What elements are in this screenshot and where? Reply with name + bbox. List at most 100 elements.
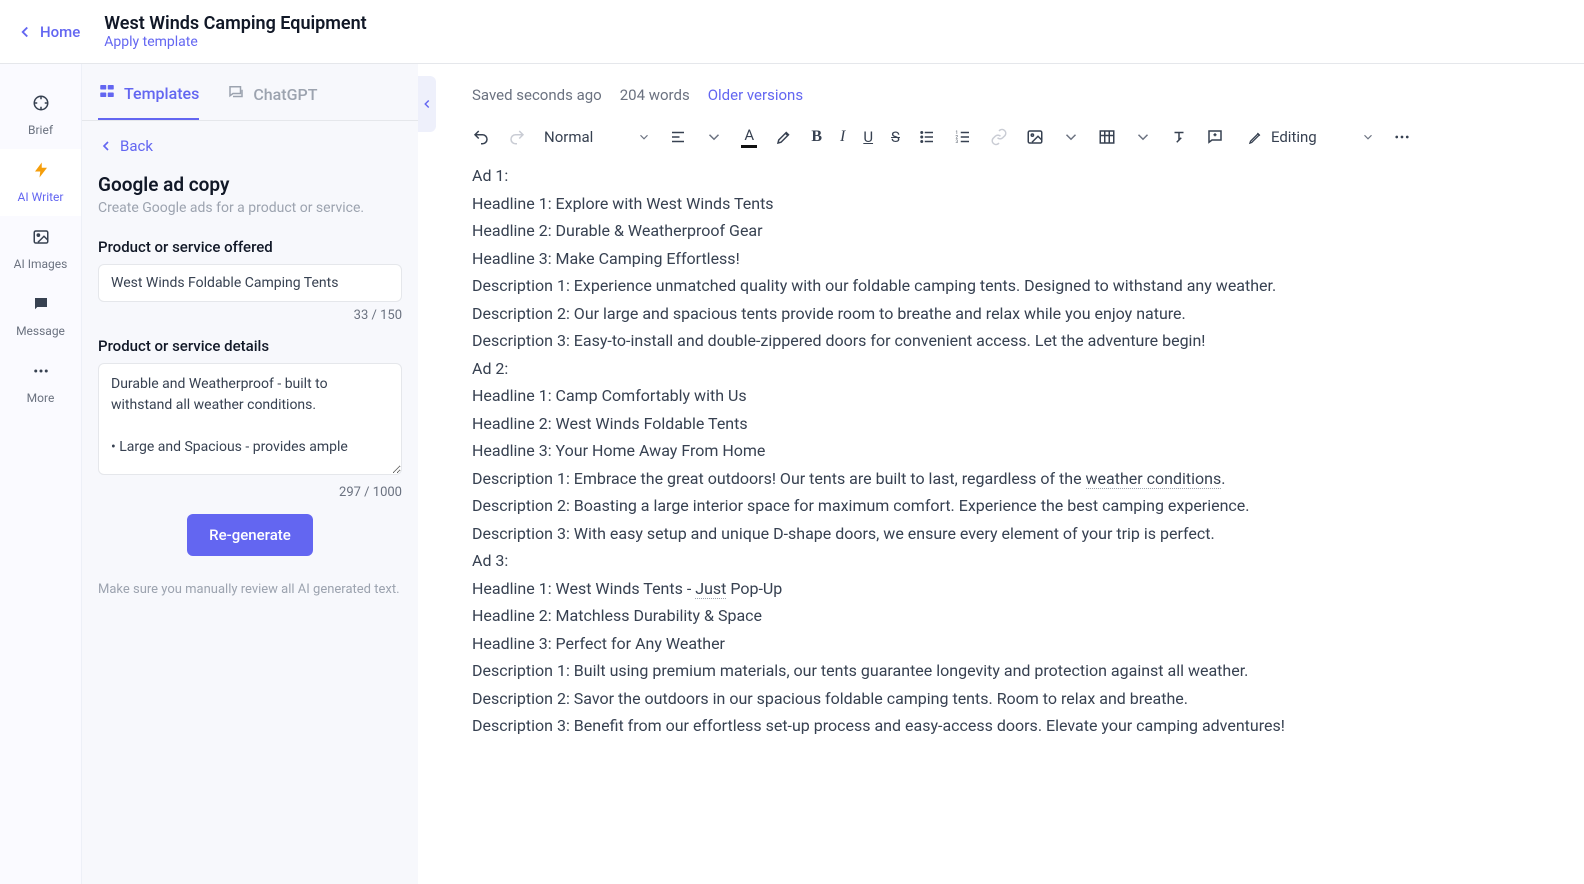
doc-line[interactable]: Ad 1: [472,162,1548,190]
doc-line[interactable]: Headline 2: Matchless Durability & Space [472,602,1548,630]
editing-mode-select[interactable]: Editing [1248,128,1375,146]
status-row: Saved seconds ago 204 words Older versio… [472,86,1548,104]
saved-status: Saved seconds ago [472,86,602,104]
top-bar: Home West Winds Camping Equipment Apply … [0,0,1584,64]
field1-counter: 33 / 150 [98,308,402,323]
doc-line[interactable]: Description 3: Benefit from our effortle… [472,712,1548,740]
templates-icon [98,82,116,104]
rail-ai-images[interactable]: AI Images [0,216,81,283]
italic-button[interactable]: I [840,128,845,146]
bolt-icon [32,161,50,184]
apply-template-link[interactable]: Apply template [104,34,366,50]
doc-line[interactable]: Description 1: Embrace the great outdoor… [472,465,1548,493]
paragraph-style-select[interactable]: Normal [544,128,651,146]
doc-line[interactable]: Headline 3: Perfect for Any Weather [472,630,1548,658]
doc-line[interactable]: Headline 3: Your Home Away From Home [472,437,1548,465]
panel-footnote: Make sure you manually review all AI gen… [98,580,402,600]
chevron-down-icon [1361,130,1375,144]
pen-icon [1248,130,1263,145]
document-content[interactable]: Ad 1:Headline 1: Explore with West Winds… [472,162,1548,740]
dots-icon [32,362,50,385]
field2-counter: 297 / 1000 [98,485,402,500]
doc-line[interactable]: Headline 2: West Winds Foldable Tents [472,410,1548,438]
doc-line[interactable]: Headline 2: Durable & Weatherproof Gear [472,217,1548,245]
editor-area: Saved seconds ago 204 words Older versio… [436,64,1584,884]
field2-label: Product or service details [98,337,402,355]
message-icon [32,295,50,318]
left-panel: Templates ChatGPT Back Google ad copy Cr… [82,64,418,884]
rail-ai-writer-label: AI Writer [18,190,64,204]
image-button[interactable] [1026,128,1044,146]
doc-line[interactable]: Ad 2: [472,355,1548,383]
doc-line[interactable]: Description 1: Experience unmatched qual… [472,272,1548,300]
toolbar: Normal A B I U S 123 Editing [472,126,1548,162]
older-versions-link[interactable]: Older versions [708,86,803,104]
numbered-list-button[interactable]: 123 [954,128,972,146]
doc-line[interactable]: Description 1: Built using premium mater… [472,657,1548,685]
doc-line[interactable]: Headline 1: West Winds Tents - Just Pop-… [472,575,1548,603]
comment-button[interactable] [1206,128,1224,146]
page-title: West Winds Camping Equipment [104,13,366,34]
chevron-down-icon [637,130,651,144]
rail-more-label: More [27,391,55,405]
home-label: Home [40,23,80,41]
target-icon [32,94,50,117]
rail-message-label: Message [16,324,65,338]
rail-ai-images-label: AI Images [14,257,68,271]
chevron-left-icon [16,23,34,41]
template-title: Google ad copy [98,173,402,196]
image-icon [32,228,50,251]
align-button[interactable] [669,128,687,146]
home-link[interactable]: Home [16,23,80,41]
bold-button[interactable]: B [811,128,822,146]
chevron-left-icon [420,97,434,111]
sidebar-rail: Brief AI Writer AI Images Message More [0,64,82,884]
doc-line[interactable]: Headline 1: Camp Comfortably with Us [472,382,1548,410]
rail-brief-label: Brief [28,123,53,137]
style-label: Normal [544,128,593,146]
regenerate-button[interactable]: Re-generate [187,514,313,556]
svg-text:3: 3 [955,139,958,145]
mode-label: Editing [1271,128,1317,146]
tab-templates[interactable]: Templates [98,82,199,120]
link-button[interactable] [990,128,1008,146]
tab-templates-label: Templates [124,84,199,103]
tab-chatgpt-label: ChatGPT [253,85,317,104]
bullet-list-button[interactable] [918,128,936,146]
details-textarea[interactable] [98,363,402,475]
doc-line[interactable]: Ad 3: [472,547,1548,575]
align-caret[interactable] [705,128,723,146]
back-link[interactable]: Back [98,137,402,155]
product-input[interactable] [98,264,402,302]
text-color-button[interactable]: A [741,126,757,148]
rail-brief[interactable]: Brief [0,82,81,149]
table-caret[interactable] [1134,128,1152,146]
back-label: Back [120,137,153,155]
collapse-panel-handle[interactable] [418,76,436,132]
highlight-button[interactable] [775,128,793,146]
strikethrough-button[interactable]: S [891,128,900,146]
doc-line[interactable]: Headline 3: Make Camping Effortless! [472,245,1548,273]
doc-line[interactable]: Headline 1: Explore with West Winds Tent… [472,190,1548,218]
doc-line[interactable]: Description 2: Boasting a large interior… [472,492,1548,520]
image-caret[interactable] [1062,128,1080,146]
doc-line[interactable]: Description 3: With easy setup and uniqu… [472,520,1548,548]
doc-line[interactable]: Description 2: Our large and spacious te… [472,300,1548,328]
doc-line[interactable]: Description 3: Easy-to-install and doubl… [472,327,1548,355]
undo-button[interactable] [472,128,490,146]
template-desc: Create Google ads for a product or servi… [98,200,402,216]
doc-line[interactable]: Description 2: Savor the outdoors in our… [472,685,1548,713]
word-count: 204 words [620,86,690,104]
chat-icon [227,83,245,105]
more-tools-button[interactable] [1393,128,1411,146]
underline-button[interactable]: U [863,128,873,146]
table-button[interactable] [1098,128,1116,146]
tab-chatgpt[interactable]: ChatGPT [227,83,317,119]
rail-message[interactable]: Message [0,283,81,350]
clear-format-button[interactable] [1170,128,1188,146]
rail-ai-writer[interactable]: AI Writer [0,149,81,216]
rail-more[interactable]: More [0,350,81,417]
chevron-left-icon [98,138,114,154]
field1-label: Product or service offered [98,238,402,256]
redo-button[interactable] [508,128,526,146]
